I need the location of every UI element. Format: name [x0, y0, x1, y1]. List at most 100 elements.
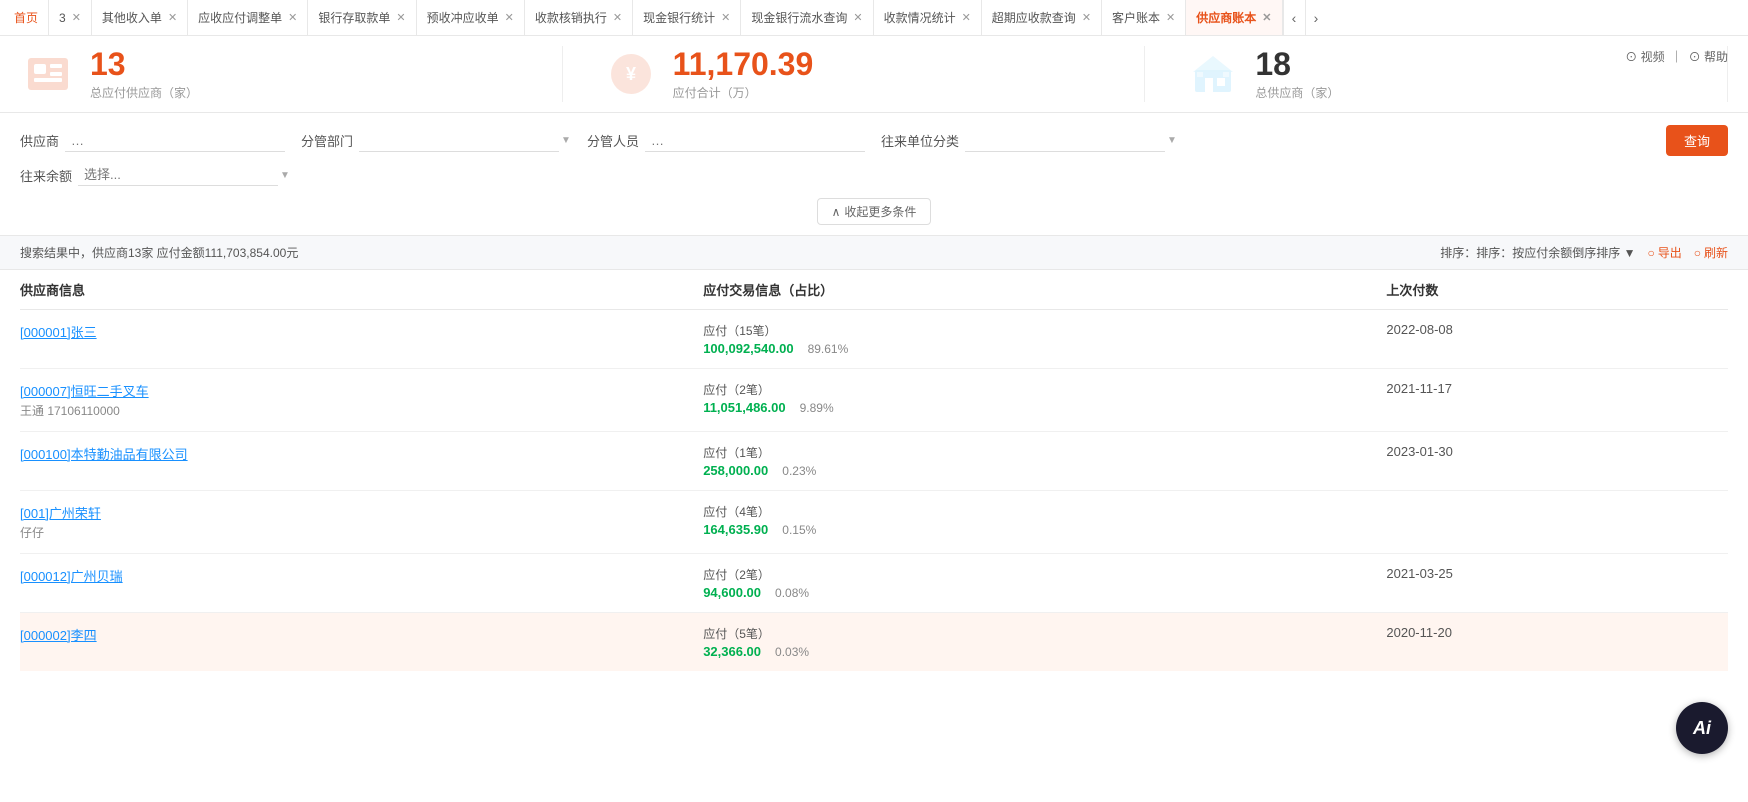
- close-icon[interactable]: ✕: [396, 11, 405, 24]
- result-text: 搜索结果中，供应商13家 应付金额111,703,854.00元: [20, 244, 298, 261]
- stat-label-total: 总供应商（家）: [1255, 84, 1339, 101]
- category-input[interactable]: [965, 130, 1165, 152]
- nav-tab-home[interactable]: 首页: [4, 0, 49, 36]
- table-row: [000007]恒旺二手叉车 王通 17106110000 应付（2笔） 11,…: [20, 369, 1728, 432]
- close-icon[interactable]: ✕: [1166, 11, 1175, 24]
- person-filter-label: 分管人员: [587, 131, 639, 150]
- tx-cell-2: 应付（2笔） 11,051,486.00 9.89%: [703, 381, 1386, 415]
- nav-tab-ar-ap-adjust[interactable]: 应收应付调整单 ✕: [188, 0, 308, 36]
- tab-label: 预收冲应收单: [427, 9, 499, 26]
- col-header-supplier: 供应商信息: [20, 280, 703, 299]
- export-button[interactable]: ○ 导出: [1647, 244, 1681, 261]
- sort-value[interactable]: 排序：按应付余额倒序排序: [1476, 246, 1620, 260]
- stat-block-amount: ¥ 11,170.39 应付合计（万）: [603, 46, 1146, 102]
- table-row: [001]广州荣轩 仔仔 应付（4笔） 164,635.90 0.15%: [20, 491, 1728, 554]
- last-pay-1: 2022-08-08: [1386, 322, 1453, 337]
- nav-tab-3[interactable]: 3 ✕: [49, 0, 92, 36]
- tab-label: 收款情况统计: [884, 9, 956, 26]
- tx-row-4: 164,635.90 0.15%: [703, 520, 1386, 537]
- tab-label: 银行存取款单: [318, 9, 390, 26]
- close-icon[interactable]: ✕: [1082, 11, 1091, 24]
- tab-label: 收款核销执行: [535, 9, 607, 26]
- nav-tab-prepay[interactable]: 预收冲应收单 ✕: [417, 0, 525, 36]
- tx-cell-1: 应付（15笔） 100,092,540.00 89.61%: [703, 322, 1386, 356]
- close-icon[interactable]: ✕: [505, 11, 514, 24]
- stat-info-amount: 11,170.39 应付合计（万）: [673, 47, 814, 101]
- supplier-link-1[interactable]: [000001]张三: [20, 322, 703, 341]
- dept-filter-label: 分管部门: [301, 131, 353, 150]
- stat-info-suppliers: 13 总应付供应商（家）: [90, 47, 198, 101]
- link-separator: ｜: [1671, 48, 1683, 65]
- nav-tab-receipt-verify[interactable]: 收款核销执行 ✕: [525, 0, 633, 36]
- nav-tab-receipt-stat[interactable]: 收款情况统计 ✕: [874, 0, 982, 36]
- refresh-button[interactable]: ○ 刷新: [1694, 244, 1728, 261]
- supplier-link-6[interactable]: [000002]李四: [20, 625, 703, 644]
- nav-tab-cash-bank-stat[interactable]: 现金银行统计 ✕: [633, 0, 741, 36]
- nav-tab-bank[interactable]: 银行存取款单 ✕: [308, 0, 416, 36]
- ai-badge[interactable]: Ai: [1676, 702, 1728, 754]
- supplier-link-4[interactable]: [001]广州荣轩: [20, 503, 703, 522]
- nav-prev-arrow[interactable]: ‹: [1283, 0, 1305, 36]
- filter-area: 供应商 分管部门 ▼ 分管人员 往来单位分类 ▼ 查询 往来余额 ▼ ∧ 收起更…: [0, 113, 1748, 236]
- header-right-links: ⊙ 视频 ｜ ⊙ 帮助: [1625, 48, 1728, 65]
- video-link[interactable]: ⊙ 视频: [1625, 48, 1664, 65]
- collapse-button[interactable]: ∧ 收起更多条件: [817, 198, 932, 225]
- person-input[interactable]: [645, 130, 865, 152]
- sort-label: 排序：排序：按应付余额倒序排序 ▼: [1440, 244, 1635, 261]
- tx-label-2: 应付（2笔）: [703, 381, 1386, 398]
- nav-tab-other-income[interactable]: 其他收入单 ✕: [92, 0, 188, 36]
- close-icon[interactable]: ✕: [613, 11, 622, 24]
- nav-tab-overdue-query[interactable]: 超期应收款查询 ✕: [982, 0, 1102, 36]
- tx-percent-3: 0.23%: [782, 464, 816, 478]
- close-icon[interactable]: ✕: [168, 11, 177, 24]
- table-row: [000100]本特勤油品有限公司 应付（1笔） 258,000.00 0.23…: [20, 432, 1728, 491]
- close-icon[interactable]: ✕: [853, 11, 862, 24]
- close-icon[interactable]: ✕: [72, 11, 81, 24]
- tab-label: 超期应收款查询: [992, 9, 1076, 26]
- header-stats: 13 总应付供应商（家） ¥ 11,170.39 应付合计（万）: [0, 36, 1748, 113]
- home-label: 首页: [14, 9, 38, 26]
- nav-tab-customer-ledger[interactable]: 客户账本 ✕: [1102, 0, 1186, 36]
- stat-info-total: 18 总供应商（家）: [1255, 47, 1339, 101]
- supplier-link-5[interactable]: [000012]广州贝瑞: [20, 566, 703, 585]
- stat-block-suppliers: 13 总应付供应商（家）: [20, 46, 563, 102]
- amount-icon: ¥: [603, 46, 659, 102]
- close-icon[interactable]: ✕: [288, 11, 297, 24]
- supplier-sub-2: 王通 17106110000: [20, 402, 703, 419]
- table-row: [000002]李四 应付（5笔） 32,366.00 0.03% 2020-1…: [20, 613, 1728, 671]
- nav-next-arrow[interactable]: ›: [1305, 0, 1327, 36]
- balance-dropdown-arrow[interactable]: ▼: [280, 170, 290, 181]
- nav-tab-supplier-ledger[interactable]: 供应商账本 ✕: [1186, 0, 1282, 36]
- svg-text:¥: ¥: [626, 64, 636, 84]
- tx-cell-3: 应付（1笔） 258,000.00 0.23%: [703, 444, 1386, 478]
- supplier-input[interactable]: [65, 130, 285, 152]
- category-dropdown-arrow[interactable]: ▼: [1167, 135, 1177, 146]
- last-pay-5: 2021-03-25: [1386, 566, 1453, 581]
- balance-input[interactable]: [78, 164, 278, 186]
- close-icon[interactable]: ✕: [721, 11, 730, 24]
- export-label: 导出: [1658, 244, 1682, 261]
- supplier-link-3[interactable]: [000100]本特勤油品有限公司: [20, 444, 703, 463]
- tx-label-3: 应付（1笔）: [703, 444, 1386, 461]
- tab-label: 其他收入单: [102, 9, 162, 26]
- table-body: [000001]张三 应付（15笔） 100,092,540.00 89.61%…: [20, 310, 1728, 802]
- tx-percent-5: 0.08%: [775, 586, 809, 600]
- supplier-cell-3: [000100]本特勤油品有限公司: [20, 444, 703, 463]
- dept-input[interactable]: [359, 130, 559, 152]
- close-icon[interactable]: ✕: [1262, 11, 1271, 24]
- close-icon[interactable]: ✕: [962, 11, 971, 24]
- tx-percent-4: 0.15%: [782, 523, 816, 537]
- tx-amount-6: 32,366.00: [703, 644, 761, 659]
- tab-label: 供应商账本: [1196, 9, 1256, 26]
- balance-filter-label: 往来余额: [20, 166, 72, 185]
- tx-amount-5: 94,600.00: [703, 585, 761, 600]
- tx-label-1: 应付（15笔）: [703, 322, 1386, 339]
- filter-category: 往来单位分类 ▼: [881, 130, 1177, 152]
- nav-tab-cash-bank-flow[interactable]: 现金银行流水查询 ✕: [741, 0, 873, 36]
- help-link[interactable]: ⊙ 帮助: [1689, 48, 1728, 65]
- tx-label-5: 应付（2笔）: [703, 566, 1386, 583]
- supplier-link-2[interactable]: [000007]恒旺二手叉车: [20, 381, 703, 400]
- search-button[interactable]: 查询: [1666, 125, 1728, 156]
- dept-dropdown-arrow[interactable]: ▼: [561, 135, 571, 146]
- tx-row-5: 94,600.00 0.08%: [703, 583, 1386, 600]
